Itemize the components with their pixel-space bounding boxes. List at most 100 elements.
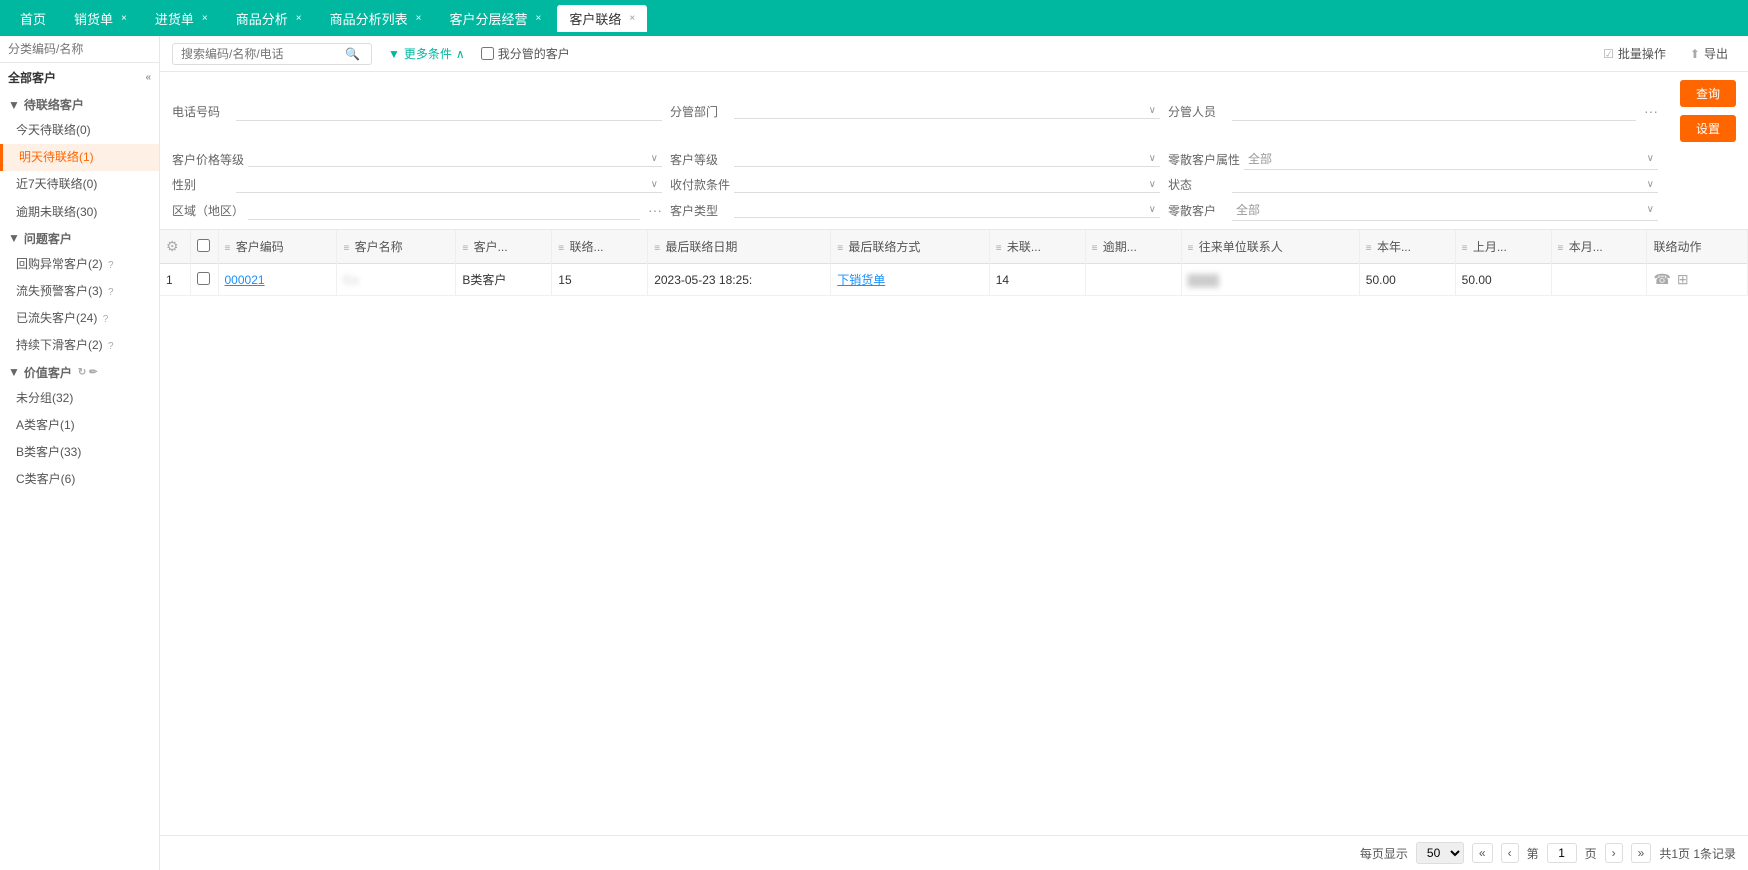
prev-page-button[interactable]: ‹: [1501, 843, 1519, 863]
close-purchase-tab[interactable]: ×: [202, 13, 208, 24]
retail-attr-select[interactable]: 全部 ∨: [1244, 148, 1658, 170]
cell-code[interactable]: 000021: [218, 264, 337, 296]
status-select[interactable]: ∨: [1232, 177, 1658, 193]
close-product-list-tab[interactable]: ×: [416, 13, 422, 24]
sidebar-item-repurchase-abnormal[interactable]: 回购异常客户(2) ?: [0, 251, 159, 278]
filter-row-4: 区域（地区） ··· 客户类型 ∨ 零散客户 全部 ∨: [172, 199, 1736, 221]
cell-last-method[interactable]: 下销货单: [831, 264, 990, 296]
page-size-select[interactable]: 50: [1416, 842, 1464, 864]
cell-this-month: [1551, 264, 1647, 296]
customer-level-select[interactable]: ∨: [734, 151, 1160, 167]
my-customers-checkbox-label[interactable]: 我分管的客户: [481, 45, 570, 62]
row-checkbox[interactable]: [197, 272, 210, 285]
search-input[interactable]: [181, 47, 341, 61]
sidebar-item-churn-warning[interactable]: 流失预警客户(3) ?: [0, 278, 159, 305]
sidebar-item-today-contact[interactable]: 今天待联络(0): [0, 117, 159, 144]
region-dots-button[interactable]: ···: [648, 202, 662, 218]
page-number-input[interactable]: [1547, 843, 1577, 863]
dept-select[interactable]: ∨: [734, 103, 1160, 119]
pagination-bar: 每页显示 50 « ‹ 第 页 › » 共1页 1条记录: [160, 835, 1748, 870]
close-customer-contact-tab[interactable]: ×: [629, 13, 635, 24]
close-sales-tab[interactable]: ×: [121, 13, 127, 24]
nav-purchase[interactable]: 进货单 ×: [143, 5, 220, 32]
select-all-checkbox[interactable]: [197, 239, 210, 252]
search-box: 🔍: [172, 43, 372, 65]
my-customers-checkbox[interactable]: [481, 47, 494, 60]
col-header-last-date: ≡ 最后联络日期: [648, 230, 831, 264]
nav-customer-contact[interactable]: 客户联络 ×: [557, 5, 647, 32]
cell-last-month: 50.00: [1455, 264, 1551, 296]
filter-status: 状态 ∨: [1168, 176, 1658, 193]
sidebar-item-overdue-contact[interactable]: 逾期未联络(30): [0, 199, 159, 226]
group-problem-customers[interactable]: ▼ 问题客户: [0, 226, 159, 251]
group-pending-contact[interactable]: ▼ 待联络客户: [0, 92, 159, 117]
filter-actions: 查询 设置: [1666, 80, 1736, 142]
filter-gender: 性别 ∨: [172, 176, 662, 193]
person-dots-button[interactable]: ···: [1644, 103, 1658, 119]
set-button[interactable]: 设置: [1680, 115, 1736, 142]
cell-contact-count: 15: [552, 264, 648, 296]
data-table-container: ⚙ ≡ 客户编码 ≡ 客户名称: [160, 230, 1748, 835]
query-button[interactable]: 查询: [1680, 80, 1736, 107]
more-filters-button[interactable]: ▼ 更多条件 ∧: [380, 42, 473, 65]
sidebar-search-input[interactable]: [8, 42, 160, 56]
filter-payment: 收付款条件 ∨: [670, 176, 1160, 193]
cell-type: B类客户: [456, 264, 552, 296]
col-header-code: ≡ 客户编码: [218, 230, 337, 264]
collapse-icon: «: [145, 72, 151, 83]
table-header-row: ⚙ ≡ 客户编码 ≡ 客户名称: [160, 230, 1748, 264]
customer-table: ⚙ ≡ 客户编码 ≡ 客户名称: [160, 230, 1748, 296]
filter-row-2: 客户价格等级 ∨ 客户等级 ∨ 零散客户属性 全部: [172, 148, 1736, 170]
all-customers-header[interactable]: 全部客户 «: [0, 63, 159, 92]
sidebar-item-class-a[interactable]: A类客户(1): [0, 412, 159, 439]
top-navigation: 首页 销货单 × 进货单 × 商品分析 × 商品分析列表 × 客户分层经营 × …: [0, 0, 1748, 36]
main-layout: 🔍 全部客户 « ▼ 待联络客户 今天待联络(0) 明天待联络(1) 近7天待联…: [0, 36, 1748, 870]
filter-row-1: 电话号码 分管部门 ∨ 分管人员 ··· 查询 设置: [172, 80, 1736, 142]
col-header-type: ≡ 客户...: [456, 230, 552, 264]
sidebar-item-class-c[interactable]: C类客户(6): [0, 466, 159, 493]
sidebar-item-churned[interactable]: 已流失客户(24) ?: [0, 305, 159, 332]
search-icon[interactable]: 🔍: [345, 47, 360, 61]
action-grid-icon[interactable]: ⊞: [1677, 271, 1689, 288]
payment-select[interactable]: ∨: [734, 177, 1160, 193]
table-row: 1 000021 Ea B类客户 15 2023-05-23 18:25: 下销…: [160, 264, 1748, 296]
customer-type-select[interactable]: ∨: [734, 202, 1160, 218]
cell-name: Ea: [337, 264, 456, 296]
toolbar: 🔍 ▼ 更多条件 ∧ 我分管的客户 ☑ 批量操作 ⬆ 导出: [160, 36, 1748, 72]
sidebar-item-declining[interactable]: 持续下滑客户(2) ?: [0, 332, 159, 359]
first-page-button[interactable]: «: [1472, 843, 1493, 863]
price-level-select[interactable]: ∨: [248, 151, 662, 167]
sidebar-item-tomorrow-contact[interactable]: 明天待联络(1): [0, 144, 159, 171]
gear-icon[interactable]: ⚙: [166, 238, 179, 254]
cell-index: 1: [160, 264, 190, 296]
action-phone-icon[interactable]: ☎: [1653, 271, 1670, 288]
filter-customer-type: 客户类型 ∨: [670, 202, 1160, 219]
close-product-analysis-tab[interactable]: ×: [296, 13, 302, 24]
nav-home[interactable]: 首页: [8, 5, 58, 32]
next-page-button[interactable]: ›: [1605, 843, 1623, 863]
group-value-customers[interactable]: ▼ 价值客户 ↻ ✏: [0, 360, 159, 385]
col-header-overdue: ≡ 逾期...: [1085, 230, 1181, 264]
sidebar-item-class-b[interactable]: B类客户(33): [0, 439, 159, 466]
gender-select[interactable]: ∨: [236, 177, 662, 193]
nav-customer-tier[interactable]: 客户分层经营 ×: [437, 5, 553, 32]
person-input[interactable]: [1232, 102, 1636, 121]
retail-customer-select[interactable]: 全部 ∨: [1232, 199, 1658, 221]
export-button[interactable]: ⬆ 导出: [1682, 42, 1736, 65]
col-gear: ⚙: [160, 230, 190, 264]
sidebar-item-7days-contact[interactable]: 近7天待联络(0): [0, 171, 159, 198]
phone-input[interactable]: [236, 102, 662, 121]
last-page-button[interactable]: »: [1631, 843, 1652, 863]
cell-no-contact: 14: [989, 264, 1085, 296]
batch-operation-button[interactable]: ☑ 批量操作: [1595, 42, 1674, 65]
sidebar-item-ungrouped[interactable]: 未分组(32): [0, 385, 159, 412]
nav-sales[interactable]: 销货单 ×: [62, 5, 139, 32]
cell-action: ☎ ⊞: [1647, 264, 1748, 296]
col-header-contact-person: ≡ 往来单位联系人: [1181, 230, 1359, 264]
region-input[interactable]: [248, 201, 640, 220]
cell-contact-person: ████: [1181, 264, 1359, 296]
col-header-action: 联络动作: [1647, 230, 1748, 264]
close-customer-tier-tab[interactable]: ×: [535, 13, 541, 24]
nav-product-analysis[interactable]: 商品分析 ×: [224, 5, 314, 32]
nav-product-analysis-list[interactable]: 商品分析列表 ×: [318, 5, 434, 32]
